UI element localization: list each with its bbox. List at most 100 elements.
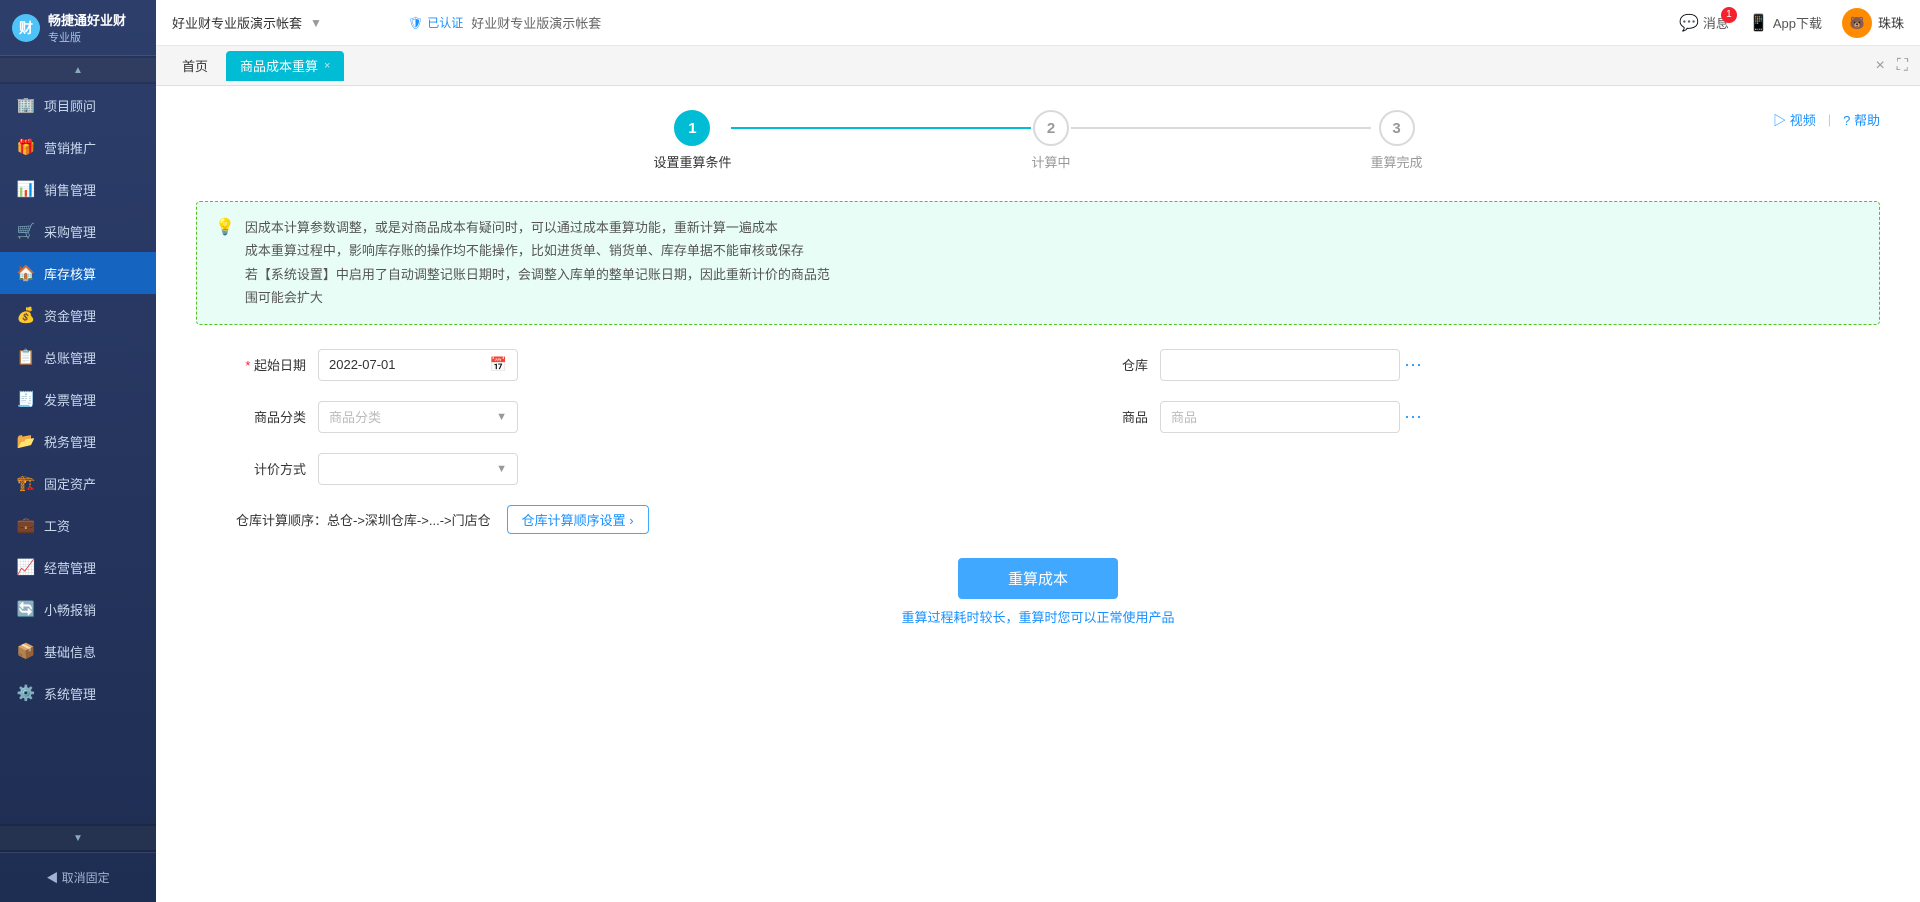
sidebar-item-assets[interactable]: 🏗️ 固定资产 — [0, 462, 156, 504]
marketing-icon: 🎁 — [16, 137, 36, 157]
topbar-user[interactable]: 🐻 珠珠 — [1842, 8, 1904, 38]
sidebar-item-label: 系统管理 — [44, 684, 96, 703]
user-name: 珠珠 — [1878, 13, 1904, 32]
pricing-select[interactable]: ▼ — [318, 453, 518, 485]
category-select[interactable]: 商品分类 ▼ — [318, 401, 518, 433]
expand-window-icon[interactable]: ⛶ — [1897, 57, 1908, 75]
step-line-2 — [1071, 127, 1371, 129]
message-btn[interactable]: 💬 消息 1 — [1679, 13, 1729, 33]
pricing-arrow-icon: ▼ — [496, 463, 507, 475]
video-btn[interactable]: ▷ 视频 — [1773, 110, 1816, 129]
start-date-value: 2022-07-01 — [329, 357, 486, 372]
sidebar-cancel-pin[interactable]: ◀ 取消固定 — [0, 861, 156, 894]
sidebar-item-finance[interactable]: 💰 资金管理 — [0, 294, 156, 336]
recalc-button[interactable]: 重算成本 — [958, 558, 1118, 599]
operations-icon: 📈 — [16, 557, 36, 577]
step-2-label: 计算中 — [1031, 152, 1070, 171]
sidebar-item-system[interactable]: ⚙️ 系统管理 — [0, 672, 156, 714]
step-2: 2 计算中 — [1031, 110, 1070, 171]
sidebar-item-label: 固定资产 — [44, 474, 96, 493]
message-icon: 💬 — [1679, 13, 1699, 33]
step-3: 3 重算完成 — [1371, 110, 1423, 171]
close-window-icon[interactable]: × — [1875, 57, 1884, 75]
step-1-label: 设置重算条件 — [653, 152, 731, 171]
warehouse-order-label: 仓库计算顺序： — [236, 510, 327, 529]
warehouse-dots-btn[interactable]: ··· — [1400, 354, 1426, 375]
tab-home-label: 首页 — [182, 56, 208, 75]
account-name: 好业财专业版演示帐套 — [172, 13, 302, 32]
category-label: 商品分类 — [236, 407, 306, 426]
sidebar-logo: 财 畅捷通好业财 专业版 — [0, 0, 156, 56]
basic-icon: 📦 — [16, 641, 36, 661]
sidebar-item-label: 发票管理 — [44, 390, 96, 409]
finance-icon: 💰 — [16, 305, 36, 325]
sidebar-bottom: ◀ 取消固定 — [0, 852, 156, 902]
goods-input[interactable]: 商品 — [1160, 401, 1400, 433]
account-dropdown-icon[interactable]: ▼ — [310, 16, 322, 30]
pricing-field: 计价方式 ▼ — [236, 453, 1840, 485]
tabbar: 首页 商品成本重算 × × ⛶ — [156, 46, 1920, 86]
sidebar-item-inventory[interactable]: 🏠 库存核算 — [0, 252, 156, 294]
help-icon: ? — [1843, 113, 1850, 128]
step-3-label: 重算完成 — [1371, 152, 1423, 171]
notice-icon: 💡 — [215, 217, 235, 310]
sidebar-item-operations[interactable]: 📈 经营管理 — [0, 546, 156, 588]
help-divider: | — [1828, 112, 1831, 127]
sidebar-item-accounting[interactable]: 📋 总账管理 — [0, 336, 156, 378]
warehouse-order-value: 总仓->深圳仓库->...->门店仓 — [327, 510, 491, 529]
notice-box: 💡 因成本计算参数调整，或是对商品成本有疑问时，可以通过成本重算功能，重新计算一… — [196, 201, 1880, 325]
sales-icon: 📊 — [16, 179, 36, 199]
topbar-right: 💬 消息 1 📱 App下载 🐻 珠珠 — [1679, 8, 1904, 38]
recalc-note: 重算过程耗时较长，重算时您可以正常使用产品 — [196, 607, 1880, 626]
tab-close-icon[interactable]: × — [324, 60, 330, 72]
sidebar-item-purchase[interactable]: 🛒 采购管理 — [0, 210, 156, 252]
step-1-circle: 1 — [674, 110, 710, 146]
tab-home[interactable]: 首页 — [168, 51, 222, 81]
goods-label: 商品 — [1078, 407, 1148, 426]
sidebar-item-marketing[interactable]: 🎁 营销推广 — [0, 126, 156, 168]
warehouse-order-btn[interactable]: 仓库计算顺序设置 › — [507, 505, 649, 534]
tabbar-right: × ⛶ — [1875, 57, 1908, 75]
topbar-account[interactable]: 好业财专业版演示帐套 ▼ — [172, 13, 392, 32]
form-area: 起始日期 2022-07-01 📅 仓库 ··· 商品分类 — [196, 349, 1880, 534]
accounting-icon: 📋 — [16, 347, 36, 367]
step-1: 1 设置重算条件 — [653, 110, 731, 171]
message-badge: 1 — [1721, 7, 1737, 23]
salary-icon: 💼 — [16, 515, 36, 535]
goods-dots-btn[interactable]: ··· — [1400, 406, 1426, 427]
app-download-btn[interactable]: 📱 App下载 — [1749, 13, 1822, 33]
sidebar-item-basic[interactable]: 📦 基础信息 — [0, 630, 156, 672]
sidebar-item-label: 总账管理 — [44, 348, 96, 367]
purchase-icon: 🛒 — [16, 221, 36, 241]
sidebar-item-invoice[interactable]: 🧾 发票管理 — [0, 378, 156, 420]
sidebar-item-tax[interactable]: 📂 税务管理 — [0, 420, 156, 462]
sidebar-item-label: 基础信息 — [44, 642, 96, 661]
sidebar-item-expense[interactable]: 🔄 小畅报销 — [0, 588, 156, 630]
tab-recalc[interactable]: 商品成本重算 × — [226, 51, 344, 81]
verified-text: 已认证 — [427, 14, 463, 31]
warehouse-input[interactable] — [1160, 349, 1400, 381]
form-row-1: 起始日期 2022-07-01 📅 仓库 ··· — [236, 349, 1840, 381]
help-btn[interactable]: ? 帮助 — [1843, 110, 1880, 129]
calendar-icon[interactable]: 📅 — [490, 356, 507, 373]
sidebar-item-label: 库存核算 — [44, 264, 96, 283]
start-date-label: 起始日期 — [236, 355, 306, 374]
sidebar-item-salary[interactable]: 💼 工资 — [0, 504, 156, 546]
app-download-label: App下载 — [1773, 13, 1822, 32]
sidebar-item-label: 销售管理 — [44, 180, 96, 199]
sidebar-scroll-down[interactable]: ▼ — [0, 826, 156, 850]
goods-placeholder: 商品 — [1171, 407, 1389, 426]
topbar-verified: 🛡 已认证 — [408, 14, 463, 31]
warehouse-order-row: 仓库计算顺序： 总仓->深圳仓库->...->门店仓 仓库计算顺序设置 › — [236, 505, 1840, 534]
warehouse-field: 仓库 ··· — [998, 349, 1840, 381]
sidebar-item-sales[interactable]: 📊 销售管理 — [0, 168, 156, 210]
main-area: 好业财专业版演示帐套 ▼ 🛡 已认证 好业财专业版演示帐套 💬 消息 1 📱 A… — [156, 0, 1920, 902]
sidebar-nav: 🏢 项目顾问 🎁 营销推广 📊 销售管理 🛒 采购管理 🏠 库存核算 💰 资金管… — [0, 84, 156, 824]
invoice-icon: 🧾 — [16, 389, 36, 409]
system-icon: ⚙️ — [16, 683, 36, 703]
sidebar-scroll-up[interactable]: ▲ — [0, 58, 156, 82]
start-date-input[interactable]: 2022-07-01 📅 — [318, 349, 518, 381]
project-icon: 🏢 — [16, 95, 36, 115]
sidebar-item-project[interactable]: 🏢 项目顾问 — [0, 84, 156, 126]
content-area: 1 设置重算条件 2 计算中 3 重算完成 ▷ 视频 — [156, 86, 1920, 902]
